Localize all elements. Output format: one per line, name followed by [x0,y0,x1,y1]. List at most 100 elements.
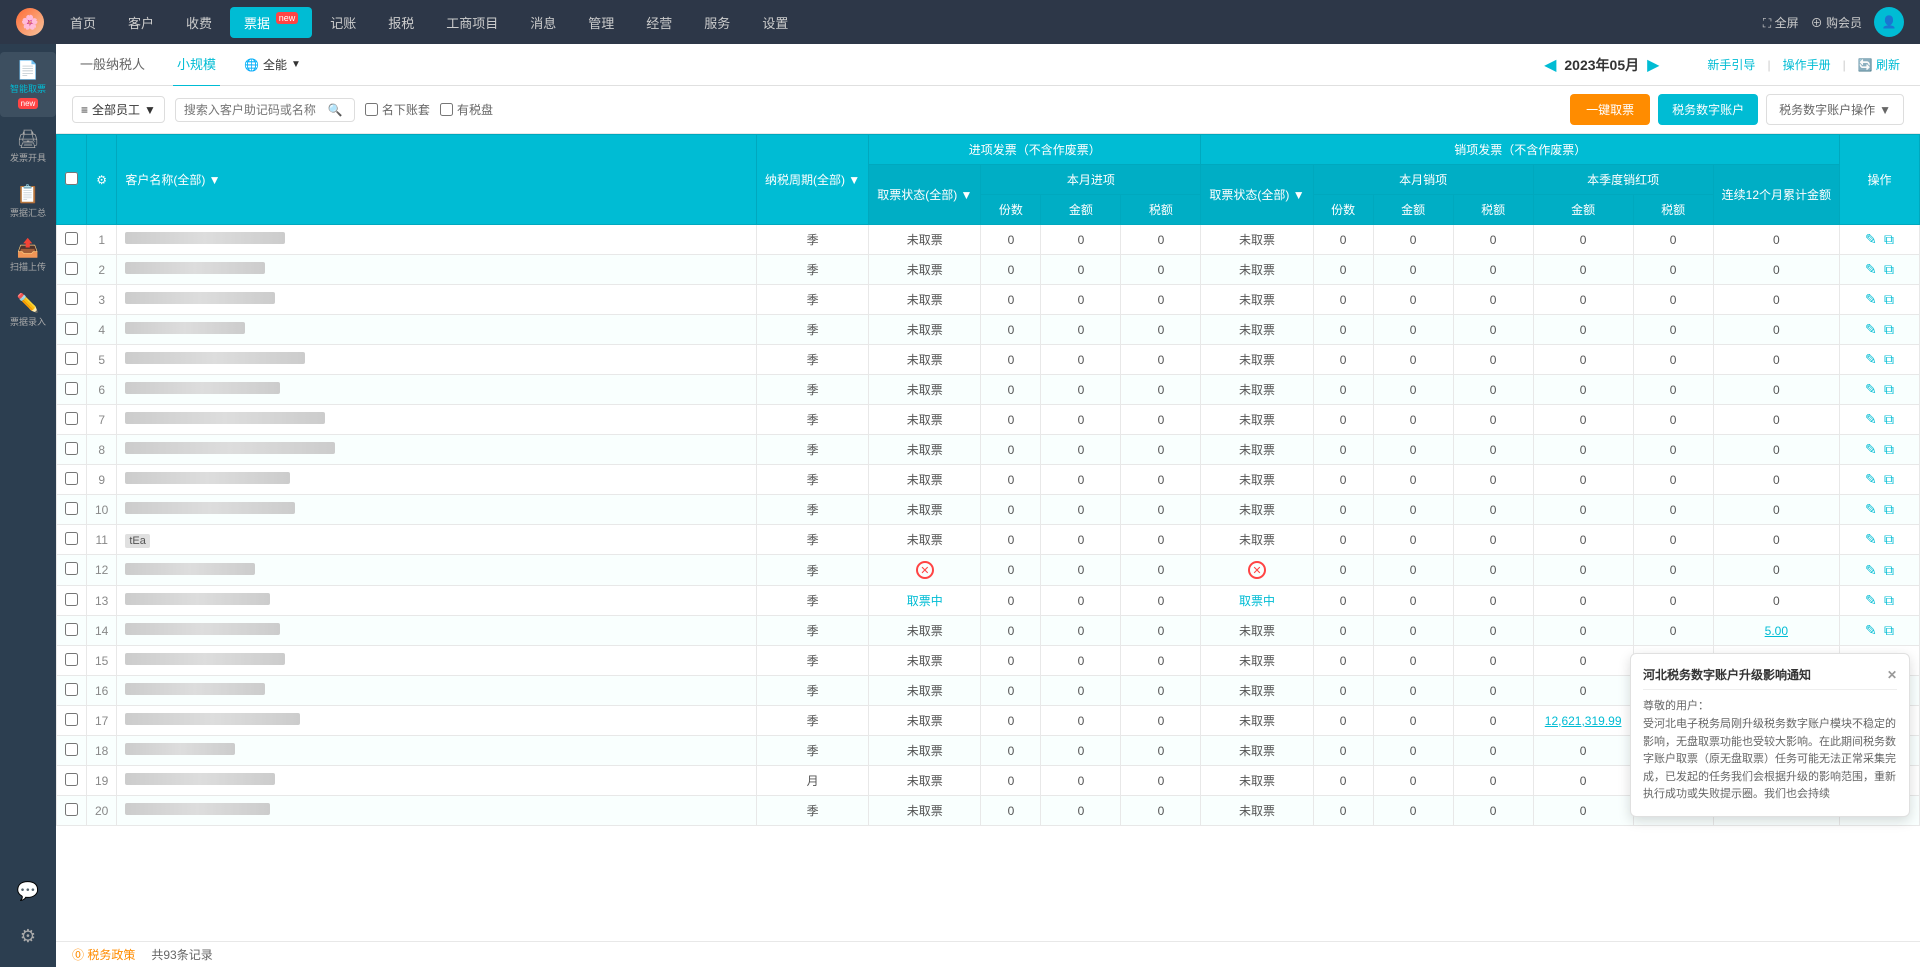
nav-accounting[interactable]: 记账 [316,7,370,38]
edit-btn[interactable]: ✎ [1865,411,1877,427]
sidebar-item-smart-invoice[interactable]: 📄 智能取票 new [0,52,56,117]
sidebar-item-scan-upload[interactable]: 📤 扫描上传 [0,230,56,281]
nav-fee[interactable]: 收费 [172,7,226,38]
nav-business[interactable]: 工商项目 [432,7,512,38]
row-checkbox[interactable] [65,292,78,305]
subordinate-checkbox[interactable] [365,103,378,116]
client-search-input[interactable] [184,103,324,117]
row-checkbox[interactable] [65,502,78,515]
subordinate-account-filter[interactable]: 名下账套 [365,101,430,118]
new-guide-link[interactable]: 新手引导 [1707,56,1755,73]
sidebar-item-invoice-summary[interactable]: 📋 票据汇总 [0,176,56,227]
sidebar-item-help[interactable]: 💬 [13,873,43,910]
nav-message[interactable]: 消息 [516,7,570,38]
search-icon[interactable]: 🔍 [328,103,343,117]
nav-invoice[interactable]: 票据 new [230,7,312,38]
col-ticket-status1[interactable]: 取票状态(全部) ▼ [869,165,981,225]
edit-btn[interactable]: ✎ [1865,261,1877,277]
copy-btn[interactable]: ⧉ [1884,291,1894,307]
vip-btn[interactable]: ⊕ 购会员 [1811,14,1862,31]
row-checkbox[interactable] [65,713,78,726]
row-checkbox[interactable] [65,532,78,545]
sidebar-item-invoice-issue[interactable]: 🖨 发票开具 [0,121,56,172]
sidebar-item-invoice-entry[interactable]: ✏️ 票据录入 [0,285,56,336]
edit-btn[interactable]: ✎ [1865,562,1877,578]
out-amount-cell: 0 [1373,796,1453,826]
edit-btn[interactable]: ✎ [1865,381,1877,397]
row-checkbox[interactable] [65,262,78,275]
row-checkbox[interactable] [65,623,78,636]
user-avatar[interactable]: 👤 [1874,7,1904,37]
tab-general-taxpayer[interactable]: 一般纳税人 [76,44,149,87]
nav-service[interactable]: 服务 [690,7,744,38]
refresh-link[interactable]: 🔄 刷新 [1858,56,1900,73]
prev-month-btn[interactable]: ◀ [1544,55,1556,75]
row-checkbox[interactable] [65,773,78,786]
sidebar-item-settings-bottom[interactable]: ⚙ [13,918,43,955]
copy-btn[interactable]: ⧉ [1884,441,1894,457]
tax-disk-checkbox[interactable] [440,103,453,116]
row-checkbox[interactable] [65,593,78,606]
row-checkbox[interactable] [65,382,78,395]
row-checkbox[interactable] [65,743,78,756]
edit-btn[interactable]: ✎ [1865,531,1877,547]
col-settings-icon[interactable]: ⚙ [96,173,107,187]
tax-disk-filter[interactable]: 有税盘 [440,101,493,118]
copy-btn[interactable]: ⧉ [1884,411,1894,427]
status-not-fetched2: 未取票 [1239,503,1275,517]
copy-btn[interactable]: ⧉ [1884,231,1894,247]
edit-btn[interactable]: ✎ [1865,471,1877,487]
copy-btn[interactable]: ⧉ [1884,471,1894,487]
copy-btn[interactable]: ⧉ [1884,622,1894,638]
notification-close-btn[interactable]: ✕ [1887,668,1897,682]
copy-btn[interactable]: ⧉ [1884,321,1894,337]
fullscreen-btn[interactable]: ⛶ 全屏 [1763,14,1799,31]
copy-btn[interactable]: ⧉ [1884,351,1894,367]
edit-btn[interactable]: ✎ [1865,441,1877,457]
row-checkbox[interactable] [65,683,78,696]
red-amount-cell: 0 [1533,375,1633,405]
nav-tax[interactable]: 报税 [374,7,428,38]
copy-btn[interactable]: ⧉ [1884,261,1894,277]
row-checkbox[interactable] [65,472,78,485]
row-checkbox[interactable] [65,653,78,666]
nav-manage[interactable]: 管理 [574,7,628,38]
edit-btn[interactable]: ✎ [1865,622,1877,638]
copy-btn[interactable]: ⧉ [1884,562,1894,578]
next-month-btn[interactable]: ▶ [1647,55,1659,75]
copy-btn[interactable]: ⧉ [1884,381,1894,397]
edit-btn[interactable]: ✎ [1865,351,1877,367]
nav-client[interactable]: 客户 [114,7,168,38]
red-amount-link[interactable]: 12,621,319.99 [1545,714,1622,728]
nav-operation[interactable]: 经营 [632,7,686,38]
copy-btn[interactable]: ⧉ [1884,592,1894,608]
edit-btn[interactable]: ✎ [1865,321,1877,337]
employee-filter[interactable]: ≡ 全部员工 ▼ [72,96,165,123]
copy-btn[interactable]: ⧉ [1884,531,1894,547]
tab-all-capable[interactable]: 🌐 全能 ▼ [244,56,301,73]
tax-digital-account-ops-btn[interactable]: 税务数字账户操作 ▼ [1766,94,1904,125]
row-checkbox[interactable] [65,352,78,365]
row-checkbox[interactable] [65,442,78,455]
row-checkbox[interactable] [65,562,78,575]
copy-btn[interactable]: ⧉ [1884,501,1894,517]
manual-link[interactable]: 操作手册 [1783,56,1831,73]
row-checkbox[interactable] [65,322,78,335]
row-checkbox[interactable] [65,412,78,425]
tax-policy-link[interactable]: ⓪ 税务政策 [72,946,135,963]
tax-digital-account-btn[interactable]: 税务数字账户 [1658,94,1758,125]
nav-settings[interactable]: 设置 [748,7,802,38]
row-checkbox[interactable] [65,803,78,816]
edit-btn[interactable]: ✎ [1865,291,1877,307]
row-checkbox[interactable] [65,232,78,245]
edit-btn[interactable]: ✎ [1865,501,1877,517]
col-ticket-status2[interactable]: 取票状态(全部) ▼ [1201,165,1313,225]
red-tax-cell: 0 [1633,315,1713,345]
consec12-link[interactable]: 5.00 [1765,624,1788,638]
select-all-checkbox[interactable] [65,172,78,185]
tab-small-scale[interactable]: 小规模 [173,44,220,87]
edit-btn[interactable]: ✎ [1865,231,1877,247]
nav-home[interactable]: 首页 [56,7,110,38]
edit-btn[interactable]: ✎ [1865,592,1877,608]
one-click-invoice-btn[interactable]: 一键取票 [1570,94,1650,125]
